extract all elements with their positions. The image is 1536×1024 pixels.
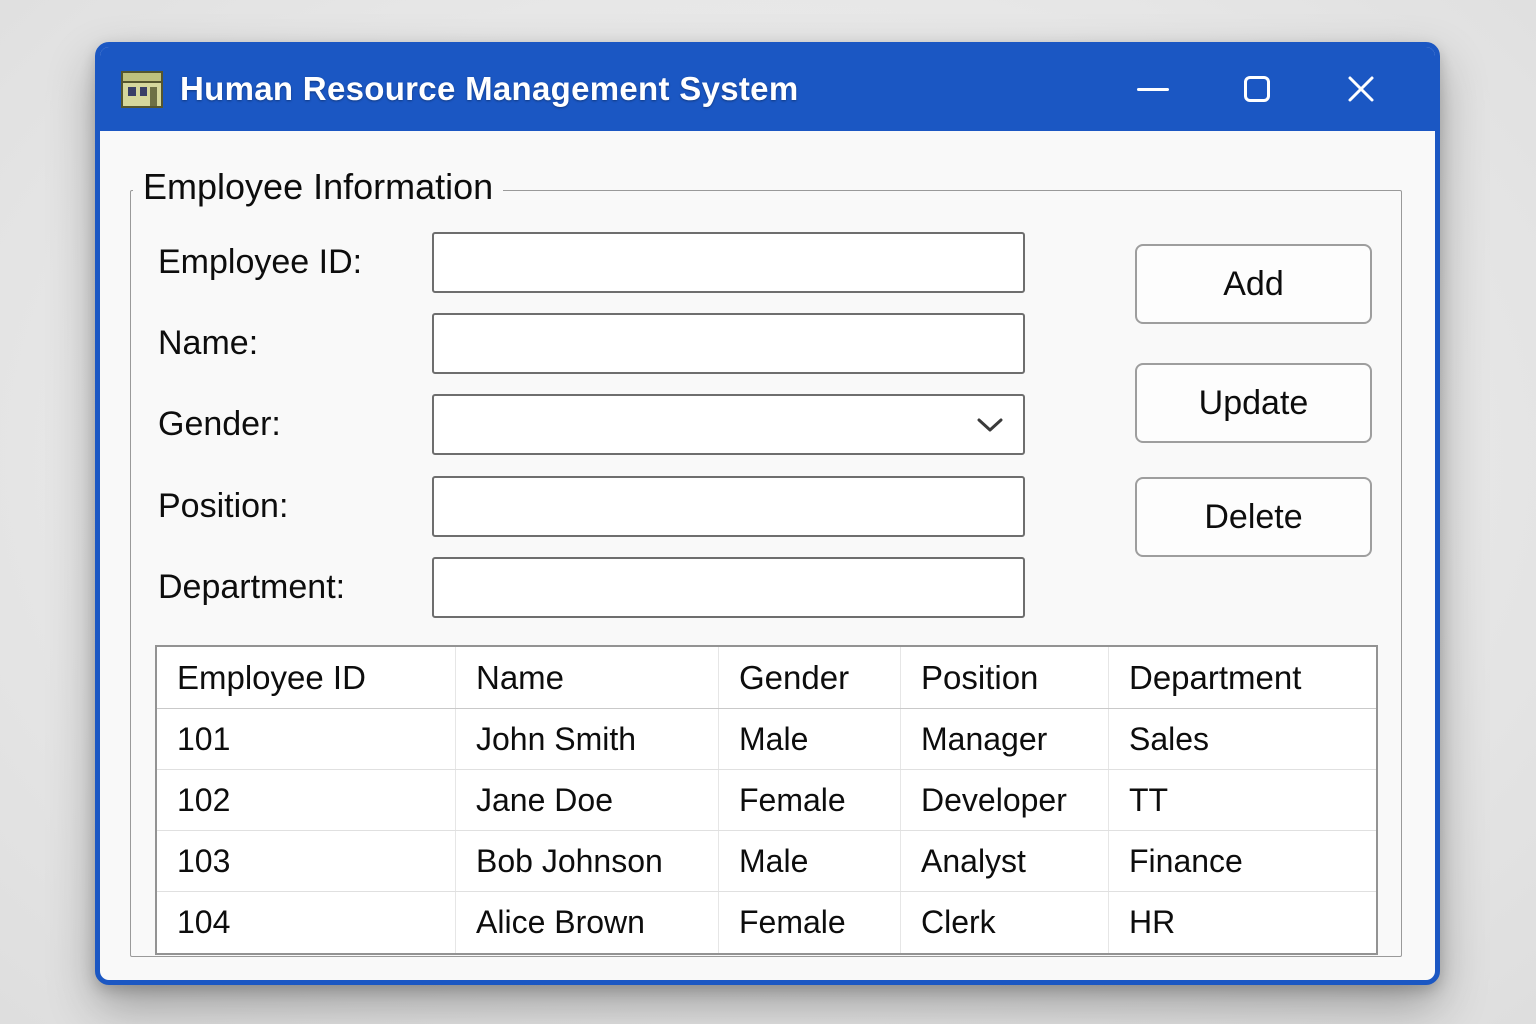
table-cell: Male (718, 831, 900, 891)
department-field[interactable] (432, 557, 1025, 618)
table-cell: Male (718, 709, 900, 769)
table-cell: John Smith (455, 709, 718, 769)
table-cell: Manager (900, 709, 1108, 769)
table-cell: Analyst (900, 831, 1108, 891)
table-cell: Developer (900, 770, 1108, 830)
table-cell: Finance (1108, 831, 1376, 891)
table-cell: Sales (1108, 709, 1376, 769)
table-cell: Bob Johnson (455, 831, 718, 891)
table-cell: Jane Doe (455, 770, 718, 830)
table-header-name[interactable]: Name (455, 647, 718, 708)
table-row[interactable]: 102 Jane Doe Female Developer TT (157, 770, 1376, 831)
window-controls (1101, 58, 1413, 120)
table-cell: TT (1108, 770, 1376, 830)
table-row[interactable]: 101 John Smith Male Manager Sales (157, 709, 1376, 770)
update-button[interactable]: Update (1135, 363, 1372, 443)
table-cell: 104 (177, 904, 231, 940)
table-cell: Alice Brown (455, 892, 718, 953)
employee-table: Employee ID Name Gender Position Departm… (155, 645, 1378, 955)
employee-id-field[interactable] (432, 232, 1025, 293)
name-label: Name: (158, 324, 259, 362)
table-cell: 103 (177, 842, 231, 879)
gender-combobox[interactable] (432, 394, 1025, 455)
employee-id-label: Employee ID: (158, 243, 363, 281)
title-bar[interactable]: Human Resource Management System (100, 47, 1435, 131)
minimize-button[interactable] (1101, 58, 1205, 120)
table-cell: Female (718, 892, 900, 953)
department-label: Department: (158, 568, 346, 606)
position-field[interactable] (432, 476, 1025, 537)
name-field[interactable] (432, 313, 1025, 374)
table-body: 101 John Smith Male Manager Sales 102 Jane Doe… (157, 709, 1376, 953)
chevron-down-icon (977, 418, 1003, 431)
table-row[interactable]: 103 Bob Johnson Male Analyst Finance (157, 831, 1376, 892)
window-title: Human Resource Management System (180, 70, 799, 107)
table-cell: 102 (177, 781, 231, 818)
table-cell: Female (718, 770, 900, 830)
table-header-employee-id[interactable]: Employee ID (157, 647, 455, 708)
maximize-icon (1244, 76, 1270, 102)
table-header-gender[interactable]: Gender (718, 647, 900, 708)
add-button[interactable]: Add (1135, 244, 1372, 324)
table-header-department[interactable]: Department (1108, 647, 1376, 708)
delete-button[interactable]: Delete (1135, 477, 1372, 557)
gender-label: Gender: (158, 405, 281, 443)
groupbox-legend: Employee Information (133, 166, 504, 208)
table-row[interactable]: 104 Alice Brown Female Clerk HR (157, 892, 1376, 953)
position-label: Position: (158, 487, 289, 525)
table-header-row: Employee ID Name Gender Position Departm… (157, 647, 1376, 709)
app-window: Human Resource Management System Employe… (95, 42, 1440, 985)
table-cell: Clerk (900, 892, 1108, 953)
close-button[interactable] (1309, 58, 1413, 120)
minimize-icon (1137, 87, 1169, 91)
table-cell: 101 (177, 720, 231, 757)
building-icon (121, 71, 163, 108)
table-header-position[interactable]: Position (900, 647, 1108, 708)
table-cell: HR (1108, 892, 1376, 953)
maximize-button[interactable] (1205, 58, 1309, 120)
close-icon (1348, 76, 1374, 102)
